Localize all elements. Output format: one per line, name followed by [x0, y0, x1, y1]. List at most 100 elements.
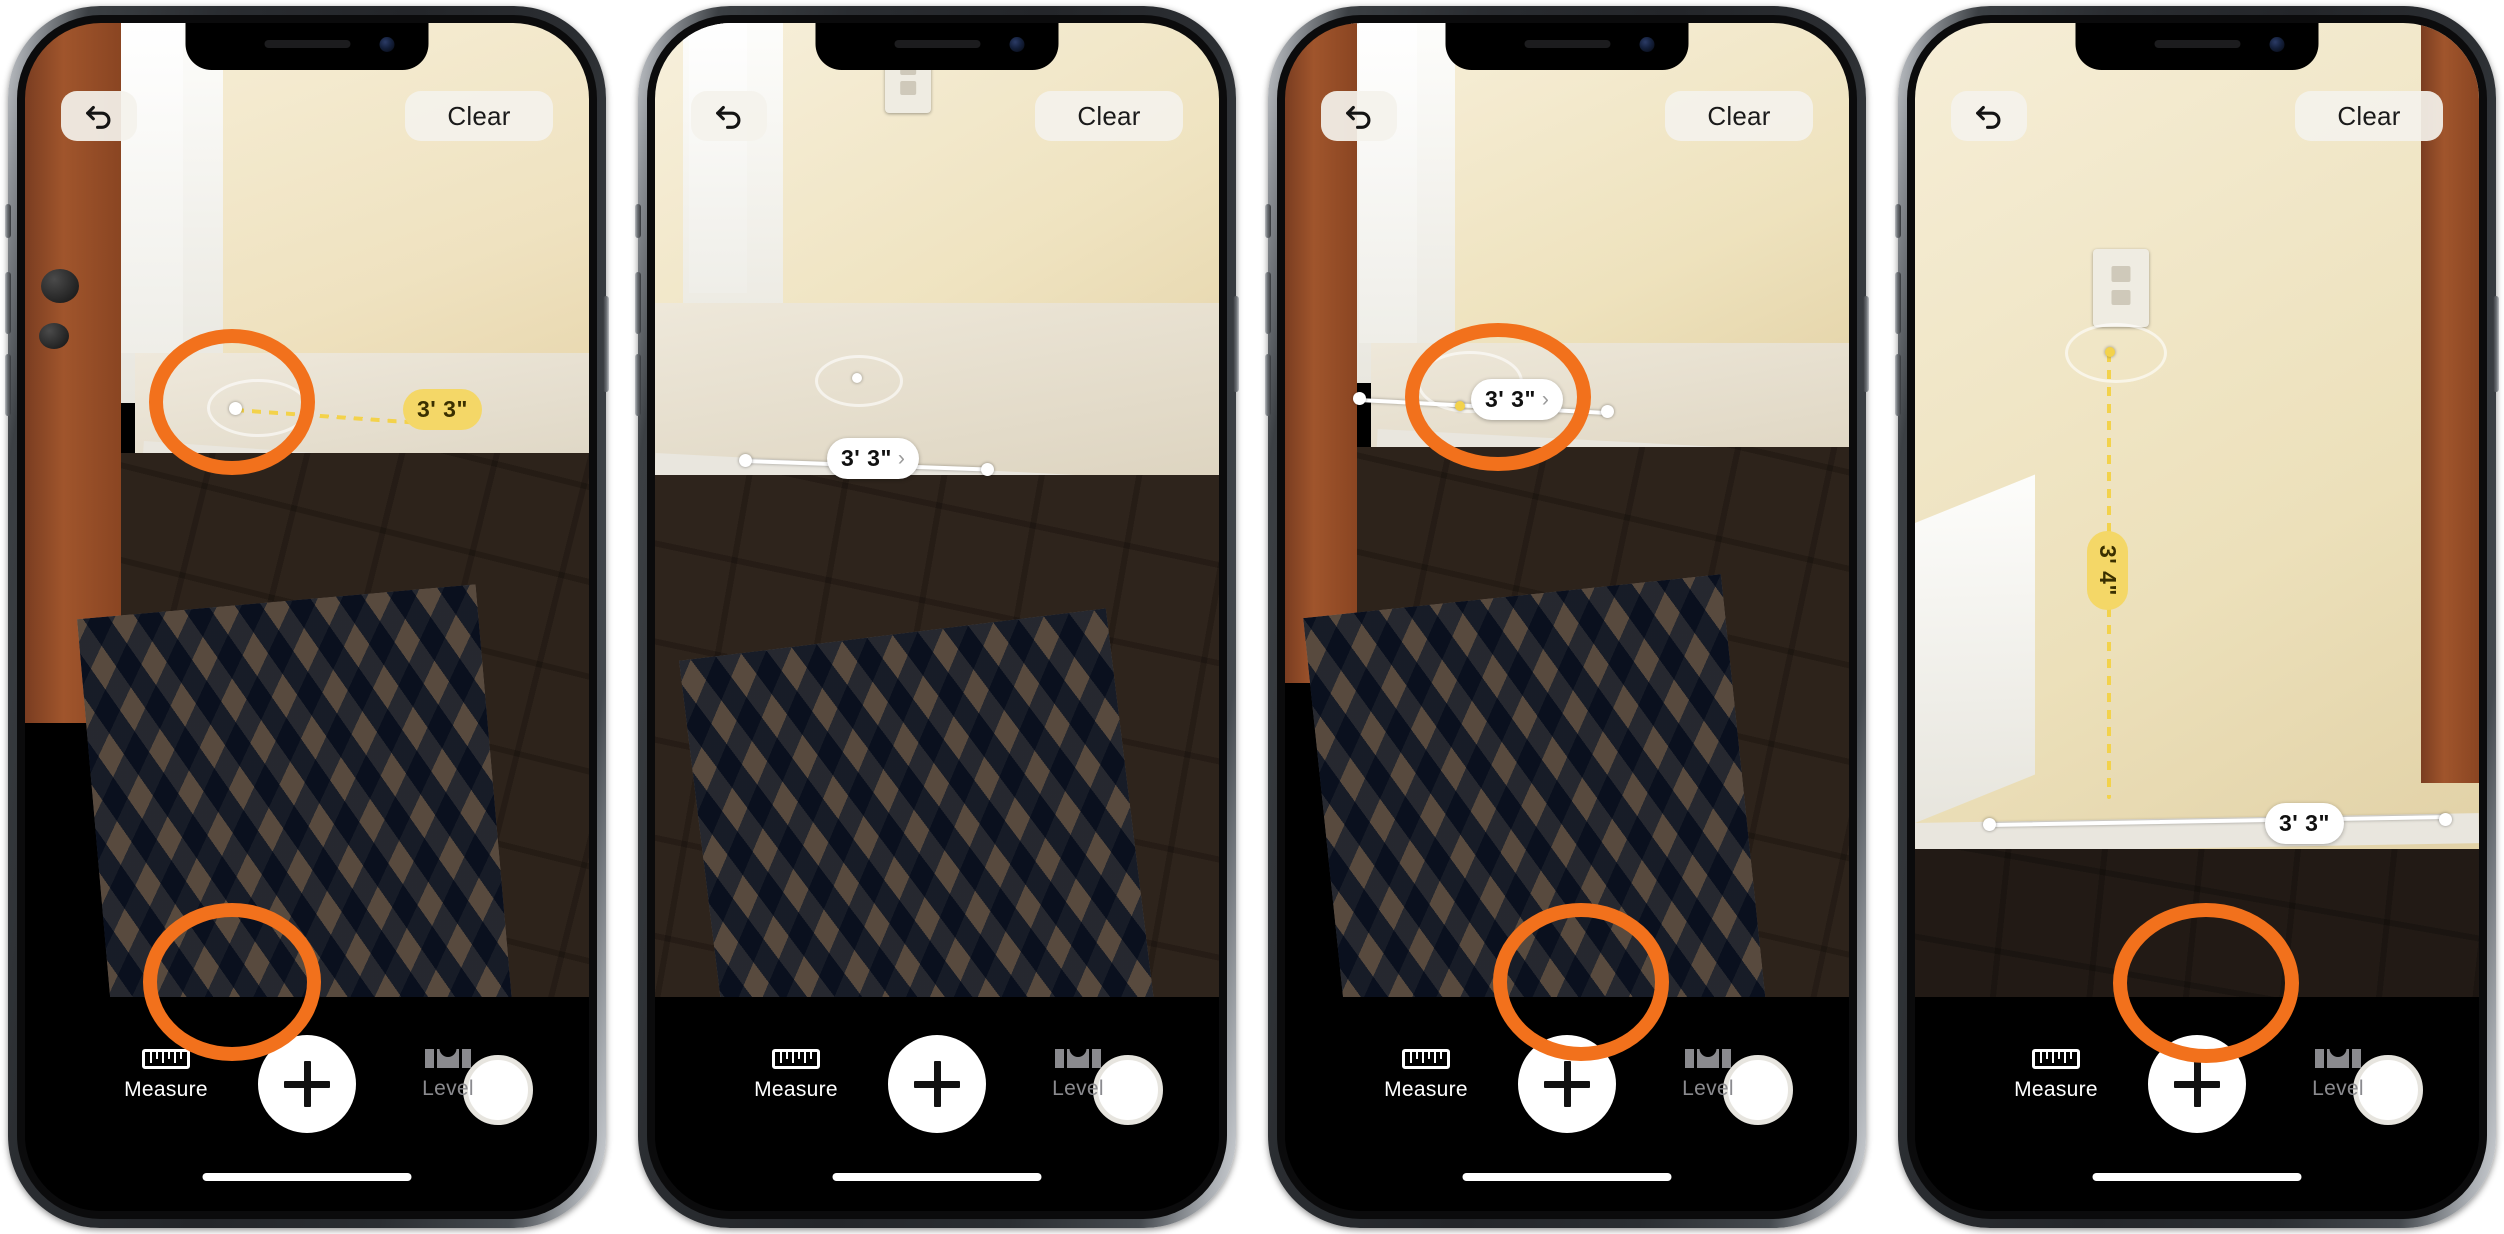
ruler-icon — [142, 1049, 190, 1069]
bubble-level-icon — [1055, 1049, 1101, 1068]
home-indicator[interactable] — [832, 1173, 1042, 1181]
highlight-add-button — [2113, 903, 2299, 1063]
tab-measure[interactable]: Measure — [1285, 1043, 1567, 1139]
door-lock — [39, 323, 69, 349]
volume-down-button[interactable] — [5, 354, 11, 416]
undo-arrow-icon — [1346, 105, 1371, 129]
volume-up-button[interactable] — [1895, 272, 1901, 334]
wall-outlet — [2093, 249, 2149, 327]
tab-level-label: Level — [1682, 1077, 1734, 1100]
power-button[interactable] — [2493, 296, 2499, 392]
volume-up-button[interactable] — [635, 272, 641, 334]
front-camera — [2269, 37, 2285, 52]
measurement-start-point[interactable] — [2105, 347, 2115, 357]
measurement-point-left[interactable] — [1983, 818, 1996, 831]
phone-screen: 3' 3" › Clear Measure Level — [1285, 23, 1849, 1211]
camera-viewfinder[interactable]: 3' 3" › — [655, 23, 1219, 1031]
display-notch — [2075, 23, 2319, 70]
tab-level[interactable]: Level — [307, 1043, 589, 1139]
camera-scene — [655, 23, 1219, 1031]
measurement-value: 3' 3" — [2279, 810, 2330, 836]
home-indicator[interactable] — [1462, 1173, 1672, 1181]
clear-button[interactable]: Clear — [405, 91, 553, 141]
phone-step-1: 3' 3" Clear Measure Level — [5, 6, 609, 1228]
phone-step-3: 3' 3" › Clear Measure Level — [1265, 6, 1869, 1228]
undo-button[interactable] — [61, 91, 137, 141]
mute-switch[interactable] — [635, 204, 641, 238]
volume-up-button[interactable] — [1265, 272, 1271, 334]
earpiece-speaker — [2154, 40, 2240, 48]
tab-bar: Measure Level — [655, 1043, 1219, 1139]
earpiece-speaker — [1524, 40, 1610, 48]
tab-measure[interactable]: Measure — [655, 1043, 937, 1139]
tab-bar: Measure Level — [25, 1043, 589, 1139]
undo-button[interactable] — [1321, 91, 1397, 141]
camera-scene — [25, 23, 589, 1031]
tab-measure[interactable]: Measure — [25, 1043, 307, 1139]
phone-screen: 3' 3" › Clear Measure Level — [655, 23, 1219, 1211]
phone-step-2: 3' 3" › Clear Measure Level — [635, 6, 1239, 1228]
home-indicator[interactable] — [202, 1173, 412, 1181]
reticle-center-dot — [852, 373, 862, 383]
window-frame — [1359, 23, 1417, 343]
measurement-label-horizontal[interactable]: 3' 3" — [2265, 803, 2344, 844]
highlight-add-button — [143, 903, 321, 1061]
tab-measure-label: Measure — [2014, 1078, 2098, 1101]
undo-button[interactable] — [691, 91, 767, 141]
measurement-start-point[interactable] — [1353, 392, 1366, 405]
bubble-level-icon — [2315, 1049, 2361, 1068]
tab-measure-label: Measure — [754, 1078, 838, 1101]
volume-down-button[interactable] — [1265, 354, 1271, 416]
measurement-label[interactable]: 3' 3" › — [827, 438, 920, 479]
power-button[interactable] — [603, 296, 609, 392]
undo-arrow-icon — [716, 105, 741, 129]
measurement-end-point[interactable] — [1601, 405, 1614, 418]
undo-button[interactable] — [1951, 91, 2027, 141]
display-notch — [1445, 23, 1689, 70]
undo-arrow-icon — [86, 105, 111, 129]
window-frame — [121, 23, 183, 353]
ruler-icon — [2032, 1049, 2080, 1069]
measurement-label[interactable]: 3' 3" — [403, 389, 482, 430]
measurement-value: 3' 3" — [841, 445, 892, 471]
bubble-level-icon — [425, 1049, 471, 1068]
display-notch — [815, 23, 1059, 70]
undo-arrow-icon — [1976, 105, 2001, 129]
volume-down-button[interactable] — [635, 354, 641, 416]
front-camera — [1639, 37, 1655, 52]
ruler-icon — [1402, 1049, 1450, 1069]
home-indicator[interactable] — [2092, 1173, 2302, 1181]
tab-level-label: Level — [422, 1077, 474, 1100]
measurement-end-point[interactable] — [981, 463, 994, 476]
area-rug — [679, 608, 1157, 1031]
highlight-add-button — [1493, 903, 1669, 1061]
phone-step-4: 3' 4" 3' 3" Clear Measure Level — [1895, 6, 2499, 1228]
highlight-measurement-line — [1405, 323, 1591, 471]
measurement-label-vertical[interactable]: 3' 4" — [2087, 531, 2128, 610]
camera-viewfinder[interactable]: 3' 3" › — [1285, 23, 1849, 1031]
camera-viewfinder[interactable]: 3' 3" — [25, 23, 589, 1031]
mute-switch[interactable] — [5, 204, 11, 238]
earpiece-speaker — [264, 40, 350, 48]
measurement-value: 3' 3" — [417, 396, 468, 422]
volume-up-button[interactable] — [5, 272, 11, 334]
measurement-value: 3' 4" — [2095, 545, 2121, 596]
measurement-point-right[interactable] — [2439, 813, 2452, 826]
mute-switch[interactable] — [1895, 204, 1901, 238]
chevron-right-icon: › — [897, 446, 906, 470]
mute-switch[interactable] — [1265, 204, 1271, 238]
tab-measure[interactable]: Measure — [1915, 1043, 2197, 1139]
clear-button[interactable]: Clear — [1665, 91, 1813, 141]
power-button[interactable] — [1863, 296, 1869, 392]
volume-down-button[interactable] — [1895, 354, 1901, 416]
camera-viewfinder[interactable]: 3' 4" 3' 3" — [1915, 23, 2479, 1031]
tab-level[interactable]: Level — [937, 1043, 1219, 1139]
clear-button[interactable]: Clear — [1035, 91, 1183, 141]
tab-level[interactable]: Level — [1567, 1043, 1849, 1139]
measurement-start-point[interactable] — [739, 454, 752, 467]
power-button[interactable] — [1233, 296, 1239, 392]
camera-scene — [1285, 23, 1849, 1031]
earpiece-speaker — [894, 40, 980, 48]
clear-button[interactable]: Clear — [2295, 91, 2443, 141]
measure-reticle — [2065, 323, 2167, 383]
